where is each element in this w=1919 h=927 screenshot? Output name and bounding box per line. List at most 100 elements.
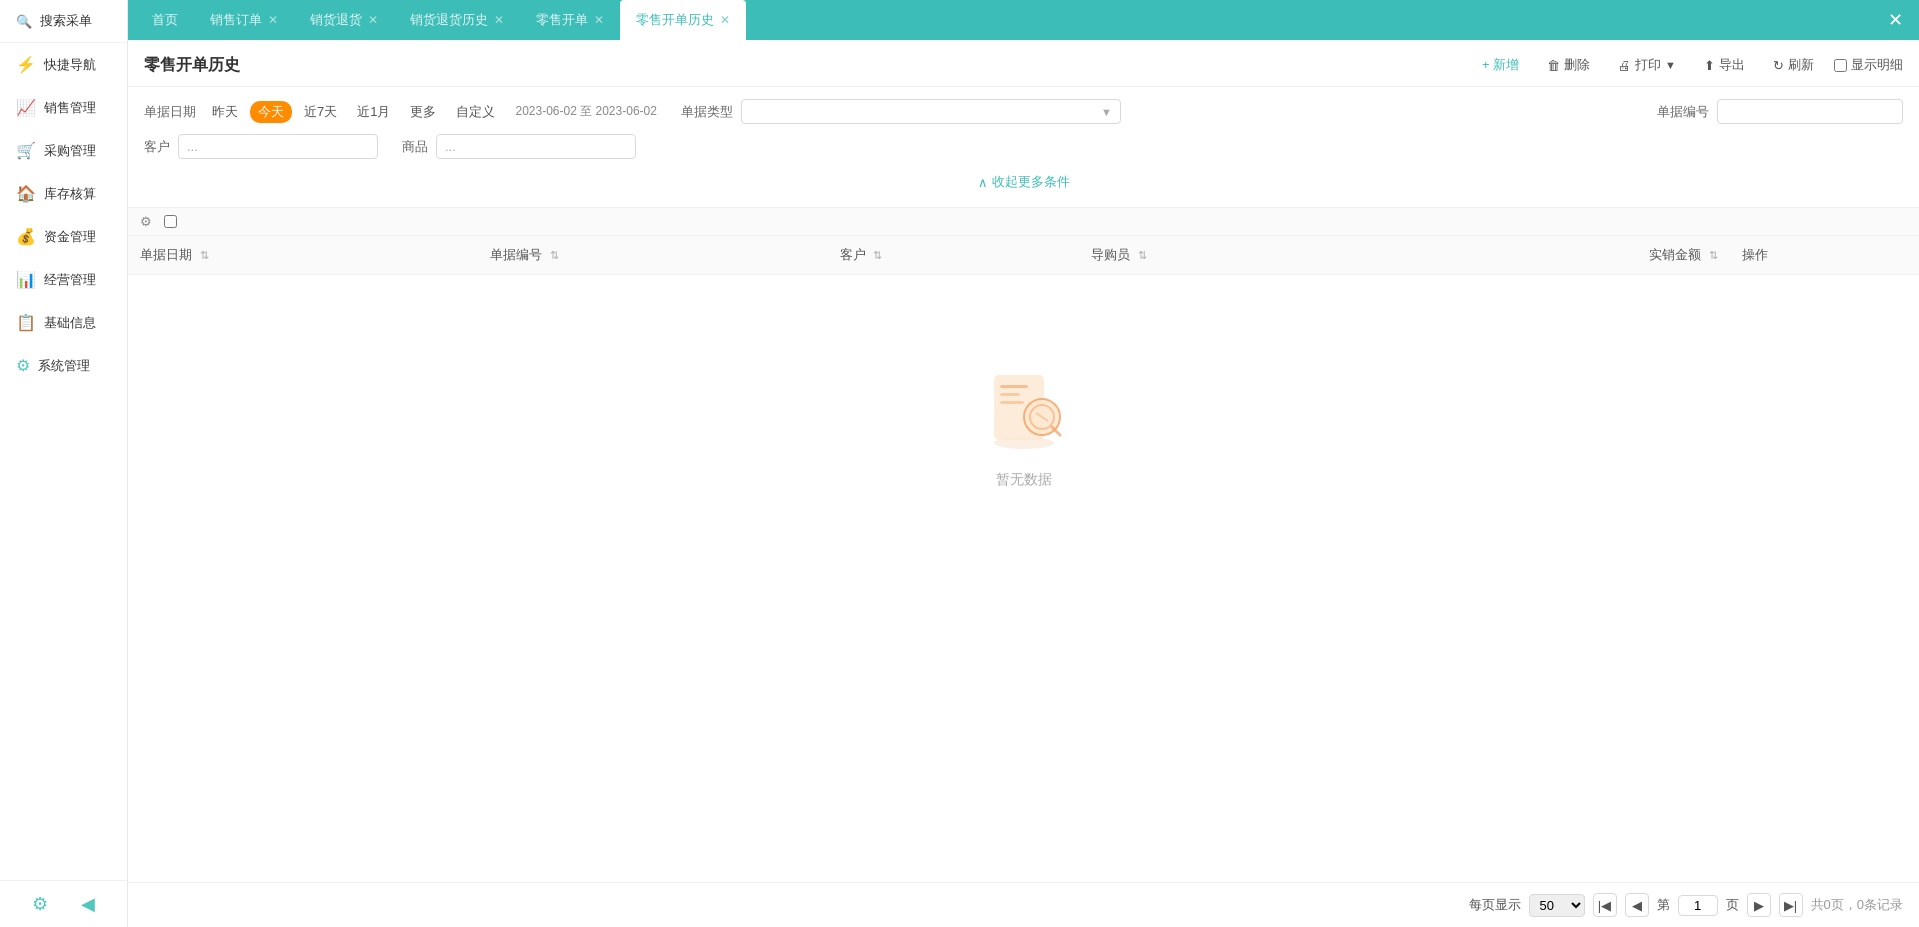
sidebar-item-inventory[interactable]: 🏠 库存核算 [0,172,127,215]
page-number-input[interactable] [1678,895,1718,916]
add-label: + 新增 [1482,56,1519,74]
sort-date-icon[interactable]: ⇅ [200,249,209,261]
tab-retail-open[interactable]: 零售开单 ✕ [520,0,620,40]
sidebar-item-sales-mgmt[interactable]: 📈 销售管理 [0,86,127,129]
tab-label: 销货退货 [310,11,362,29]
window-close-icon[interactable]: ✕ [1880,9,1911,31]
pagination: 每页显示 10 20 50 100 |◀ ◀ 第 页 ▶ ▶| 共0页，0条记录 [128,882,1919,927]
date-opt-7days[interactable]: 近7天 [296,101,345,123]
sort-amount-icon[interactable]: ⇅ [1709,249,1718,261]
per-page-label: 每页显示 [1469,896,1521,914]
tab-close-icon[interactable]: ✕ [494,13,504,27]
tab-sales-order[interactable]: 销售订单 ✕ [194,0,294,40]
display-detail-checkbox[interactable] [1834,59,1847,72]
sidebar-item-label: 基础信息 [44,314,96,332]
type-filter: 单据类型 ▼ [681,99,1633,124]
goods-dots: ... [445,139,456,154]
first-page-button[interactable]: |◀ [1593,893,1617,917]
svg-rect-3 [1000,393,1020,396]
number-input[interactable] [1717,99,1903,124]
collapse-button[interactable]: ∧ 收起更多条件 [144,169,1903,195]
column-settings-icon[interactable]: ⚙ [140,214,152,229]
date-filter: 单据日期 昨天 今天 近7天 近1月 更多 自定义 2023-06-02 至 2… [144,101,657,123]
table-toolbar: ⚙ [128,208,1919,236]
col-number: 单据编号 ⇅ [478,236,828,275]
sidebar-item-label: 采购管理 [44,142,96,160]
sidebar-item-label: 快捷导航 [44,56,96,74]
sort-salesperson-icon[interactable]: ⇅ [1138,249,1147,261]
page-title: 零售开单历史 [144,55,240,76]
tab-home[interactable]: 首页 [136,0,194,40]
page-label-end: 页 [1726,896,1739,914]
collapse-sidebar-icon[interactable]: ◀ [81,893,95,915]
tab-close-icon[interactable]: ✕ [368,13,378,27]
tab-close-icon[interactable]: ✕ [268,13,278,27]
sidebar-item-label: 库存核算 [44,185,96,203]
add-button[interactable]: + 新增 [1474,52,1527,78]
next-page-button[interactable]: ▶ [1747,893,1771,917]
goods-filter: 商品 ... [402,134,636,159]
customer-select[interactable]: ... [178,134,378,159]
purchase-icon: 🛒 [16,141,36,160]
tab-bar: 首页 销售订单 ✕ 销货退货 ✕ 销货退货历史 ✕ 零售开单 ✕ 零售开单历史 … [128,0,1919,40]
system-icon: ⚙ [16,356,30,375]
finance-icon: 💰 [16,227,36,246]
sidebar-item-label: 系统管理 [38,357,90,375]
goods-filter-label: 商品 [402,138,428,156]
collapse-icon: ∧ [978,175,988,190]
operations-icon: 📊 [16,270,36,289]
col-date: 单据日期 ⇅ [128,236,478,275]
sidebar-item-operations[interactable]: 📊 经营管理 [0,258,127,301]
toolbar: + 新增 🗑 删除 🖨 打印 ▼ ⬆ 导出 ↻ 刷新 [1474,52,1903,78]
tab-close-icon[interactable]: ✕ [594,13,604,27]
date-opt-custom[interactable]: 自定义 [448,101,503,123]
basic-info-icon: 📋 [16,313,36,332]
refresh-button[interactable]: ↻ 刷新 [1765,52,1822,78]
display-detail-toggle[interactable]: 显示明细 [1834,56,1903,74]
sidebar-item-finance[interactable]: 💰 资金管理 [0,215,127,258]
prev-page-button[interactable]: ◀ [1625,893,1649,917]
refresh-icon: ↻ [1773,58,1784,73]
tab-sales-return-history[interactable]: 销货退货历史 ✕ [394,0,520,40]
date-opt-yesterday[interactable]: 昨天 [204,101,246,123]
print-button[interactable]: 🖨 打印 ▼ [1610,52,1684,78]
sales-icon: 📈 [16,98,36,117]
tab-close-icon[interactable]: ✕ [720,13,730,27]
sort-number-icon[interactable]: ⇅ [550,249,559,261]
tab-retail-open-history[interactable]: 零售开单历史 ✕ [620,0,746,40]
date-opt-1month[interactable]: 近1月 [349,101,398,123]
col-amount: 实销金额 ⇅ [1380,236,1730,275]
date-opt-today[interactable]: 今天 [250,101,292,123]
tab-label: 销售订单 [210,11,262,29]
search-icon: 🔍 [16,14,32,29]
refresh-label: 刷新 [1788,56,1814,74]
inventory-icon: 🏠 [16,184,36,203]
sidebar-search[interactable]: 🔍 搜索采单 [0,0,127,43]
pagination-info: 共0页，0条记录 [1811,896,1903,914]
tab-sales-return[interactable]: 销货退货 ✕ [294,0,394,40]
date-range-value: 2023-06-02 至 2023-06-02 [515,103,656,120]
type-dropdown-icon: ▼ [1101,106,1112,118]
sidebar-item-purchase-mgmt[interactable]: 🛒 采购管理 [0,129,127,172]
last-page-button[interactable]: ▶| [1779,893,1803,917]
sidebar: 🔍 搜索采单 ⚡ 快捷导航 📈 销售管理 🛒 采购管理 🏠 库存核算 💰 资金管… [0,0,128,927]
sidebar-item-system[interactable]: ⚙ 系统管理 [0,344,127,387]
sidebar-search-label: 搜索采单 [40,12,92,30]
date-opt-more[interactable]: 更多 [402,101,444,123]
select-all-checkbox[interactable] [164,215,177,228]
sidebar-item-basic-info[interactable]: 📋 基础信息 [0,301,127,344]
goods-select[interactable]: ... [436,134,636,159]
delete-button[interactable]: 🗑 删除 [1539,52,1598,78]
type-select[interactable]: ▼ [741,99,1121,124]
collapse-label: 收起更多条件 [992,173,1070,191]
table-container: ⚙ 单据日期 ⇅ 单据编号 ⇅ 客户 [128,208,1919,882]
tab-label: 零售开单历史 [636,11,714,29]
settings-bottom-icon[interactable]: ⚙ [32,893,48,915]
export-button[interactable]: ⬆ 导出 [1696,52,1753,78]
sort-customer-icon[interactable]: ⇅ [873,249,882,261]
main-area: 首页 销售订单 ✕ 销货退货 ✕ 销货退货历史 ✕ 零售开单 ✕ 零售开单历史 … [128,0,1919,927]
export-label: 导出 [1719,56,1745,74]
per-page-select[interactable]: 10 20 50 100 [1529,894,1585,917]
tab-home-label: 首页 [152,11,178,29]
sidebar-item-quick-nav[interactable]: ⚡ 快捷导航 [0,43,127,86]
